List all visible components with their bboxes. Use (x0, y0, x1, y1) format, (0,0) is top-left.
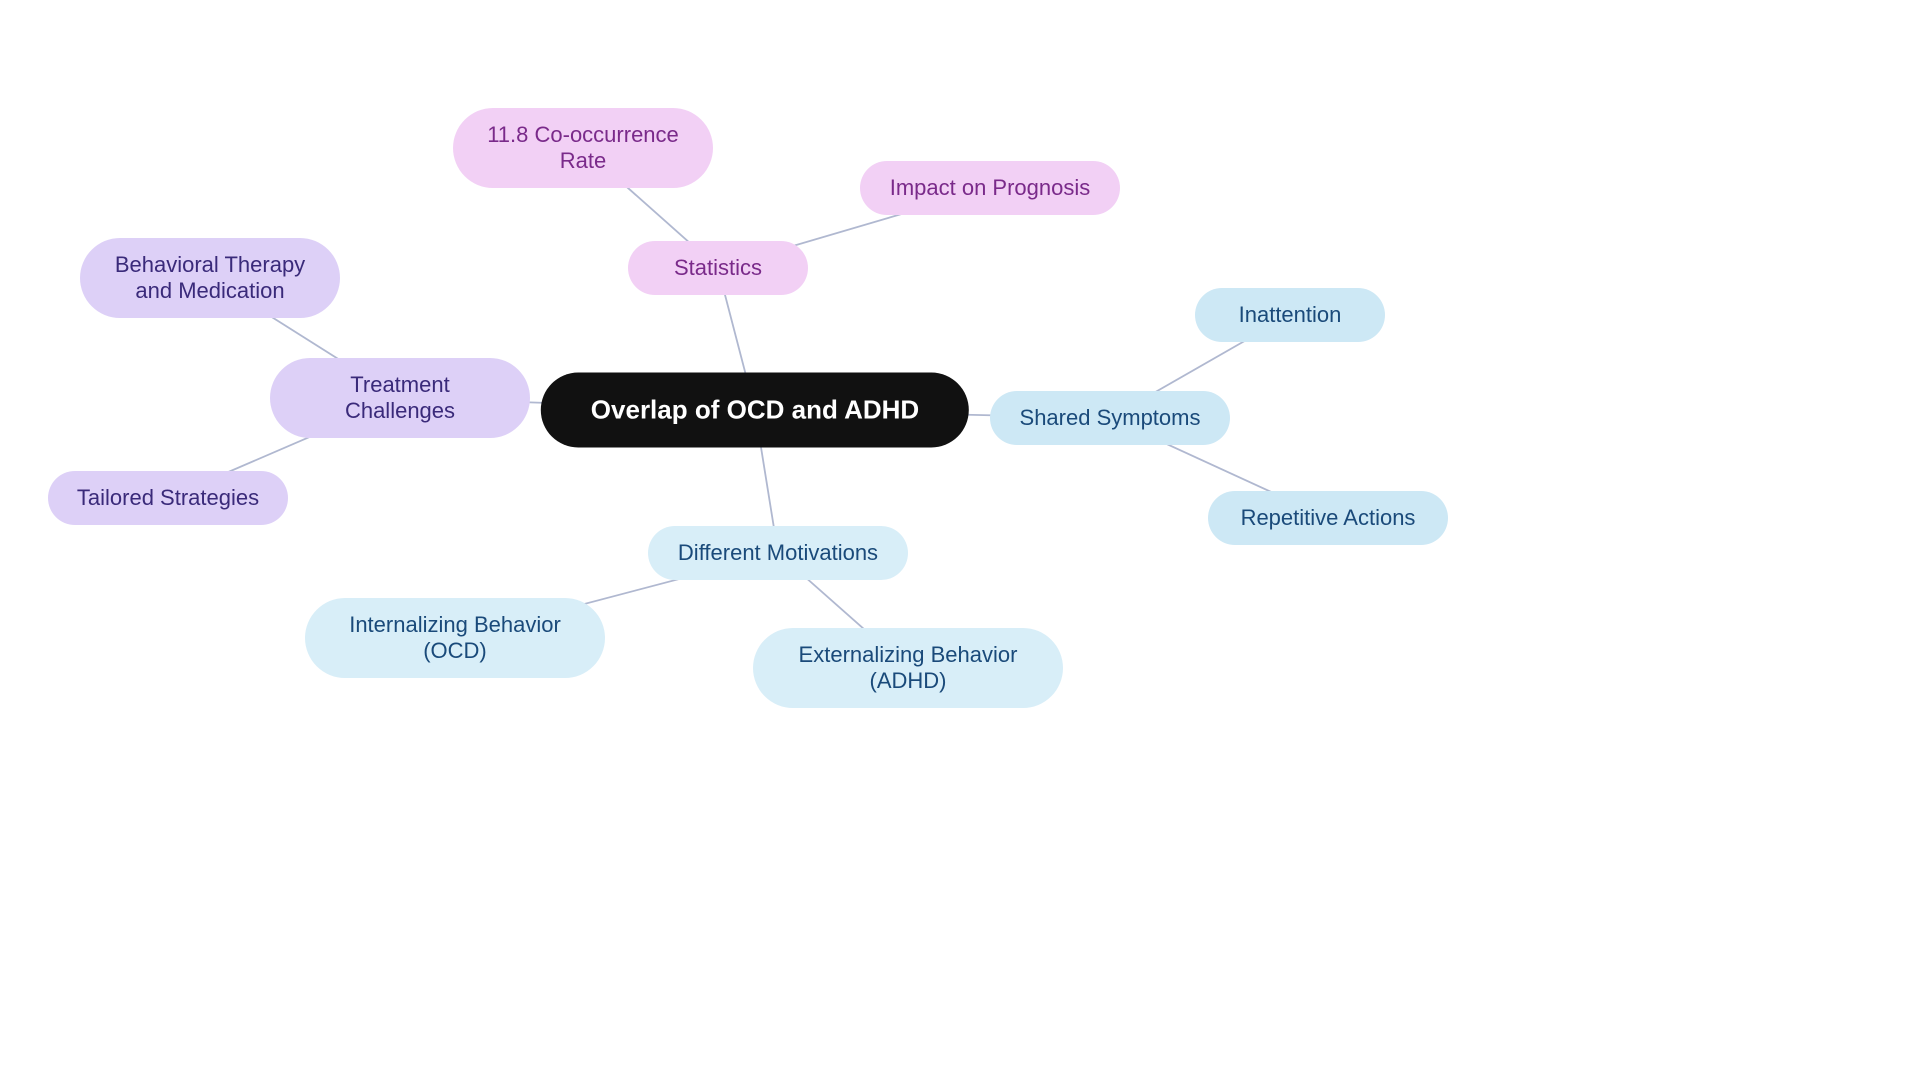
node-inattention[interactable]: Inattention (1195, 288, 1385, 342)
node-tailored-strategies[interactable]: Tailored Strategies (48, 471, 288, 525)
center-node[interactable]: Overlap of OCD and ADHD (541, 373, 969, 448)
node-repetitive-actions[interactable]: Repetitive Actions (1208, 491, 1448, 545)
node-treatment-challenges[interactable]: Treatment Challenges (270, 358, 530, 438)
node-cooccurrence[interactable]: 11.8 Co-occurrence Rate (453, 108, 713, 188)
node-impact-prognosis[interactable]: Impact on Prognosis (860, 161, 1120, 215)
node-internalizing[interactable]: Internalizing Behavior (OCD) (305, 598, 605, 678)
node-externalizing[interactable]: Externalizing Behavior (ADHD) (753, 628, 1063, 708)
node-shared-symptoms[interactable]: Shared Symptoms (990, 391, 1230, 445)
node-statistics[interactable]: Statistics (628, 241, 808, 295)
node-different-motivations[interactable]: Different Motivations (648, 526, 908, 580)
node-behavioral-therapy[interactable]: Behavioral Therapy and Medication (80, 238, 340, 318)
